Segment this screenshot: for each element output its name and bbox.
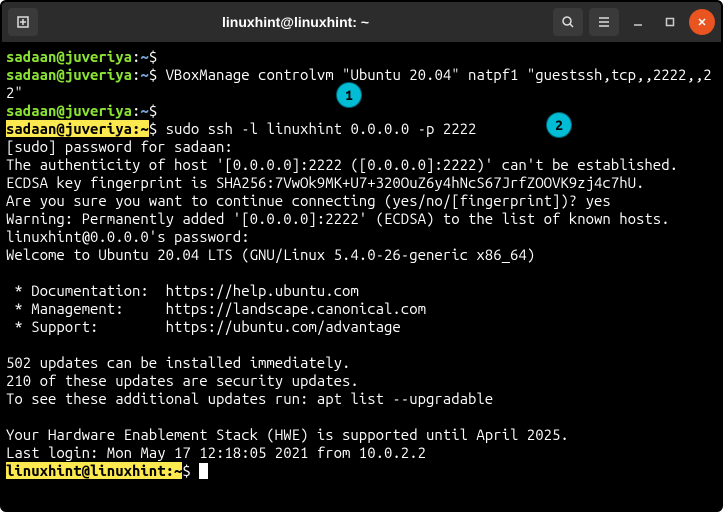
output-line: * Management: https://landscape.canonica… xyxy=(6,300,426,317)
prompt-path: ~ xyxy=(140,48,148,65)
command-ssh: sudo ssh -l linuxhint 0.0.0.0 -p 2222 xyxy=(166,120,477,137)
output-line: Your Hardware Enablement Stack (HWE) is … xyxy=(6,426,569,443)
output-line: * Documentation: https://help.ubuntu.com xyxy=(6,282,359,299)
maximize-icon xyxy=(665,17,675,27)
maximize-button[interactable] xyxy=(657,9,683,35)
output-line: ECDSA key fingerprint is SHA256:7VwOk9MK… xyxy=(6,174,644,191)
terminal-body[interactable]: sadaan@juveriya:~$ sadaan@juveriya:~$ VB… xyxy=(2,42,721,510)
search-button[interactable] xyxy=(553,8,583,36)
titlebar: linuxhint@linuxhint: ~ xyxy=(2,2,721,42)
new-tab-button[interactable] xyxy=(8,8,38,36)
output-line: 210 of these updates are security update… xyxy=(6,372,359,389)
output-line: Are you sure you want to continue connec… xyxy=(6,192,611,209)
close-button[interactable] xyxy=(689,9,715,35)
output-line: [sudo] password for sadaan: xyxy=(6,138,233,155)
hamburger-icon xyxy=(597,15,611,29)
prompt-user: sadaan@juveriya xyxy=(6,48,132,65)
search-icon xyxy=(561,15,575,29)
prompt-highlighted: sadaan@juveriya:~ xyxy=(6,120,149,137)
output-line: To see these additional updates run: apt… xyxy=(6,390,493,407)
output-line: The authenticity of host '[0.0.0.0]:2222… xyxy=(6,156,678,173)
close-icon xyxy=(697,17,707,27)
callout-2: 2 xyxy=(546,112,572,138)
new-tab-icon xyxy=(16,15,30,29)
prompt-highlighted: linuxhint@linuxhint:~ xyxy=(6,462,182,479)
terminal-window: linuxhint@linuxhint: ~ sadaan@juveriya:~… xyxy=(0,0,723,512)
output-line: Warning: Permanently added '[0.0.0.0]:22… xyxy=(6,210,670,227)
minimize-button[interactable] xyxy=(625,9,651,35)
menu-button[interactable] xyxy=(589,8,619,36)
callout-1: 1 xyxy=(336,82,362,108)
output-line: linuxhint@0.0.0.0's password: xyxy=(6,228,250,245)
cursor xyxy=(199,463,208,479)
output-line: Welcome to Ubuntu 20.04 LTS (GNU/Linux 5… xyxy=(6,246,535,263)
output-line: 502 updates can be installed immediately… xyxy=(6,354,350,371)
window-title: linuxhint@linuxhint: ~ xyxy=(38,14,553,30)
output-line: Last login: Mon May 17 12:18:05 2021 fro… xyxy=(6,444,426,461)
output-line: * Support: https://ubuntu.com/advantage xyxy=(6,318,401,335)
minimize-icon xyxy=(633,17,643,27)
